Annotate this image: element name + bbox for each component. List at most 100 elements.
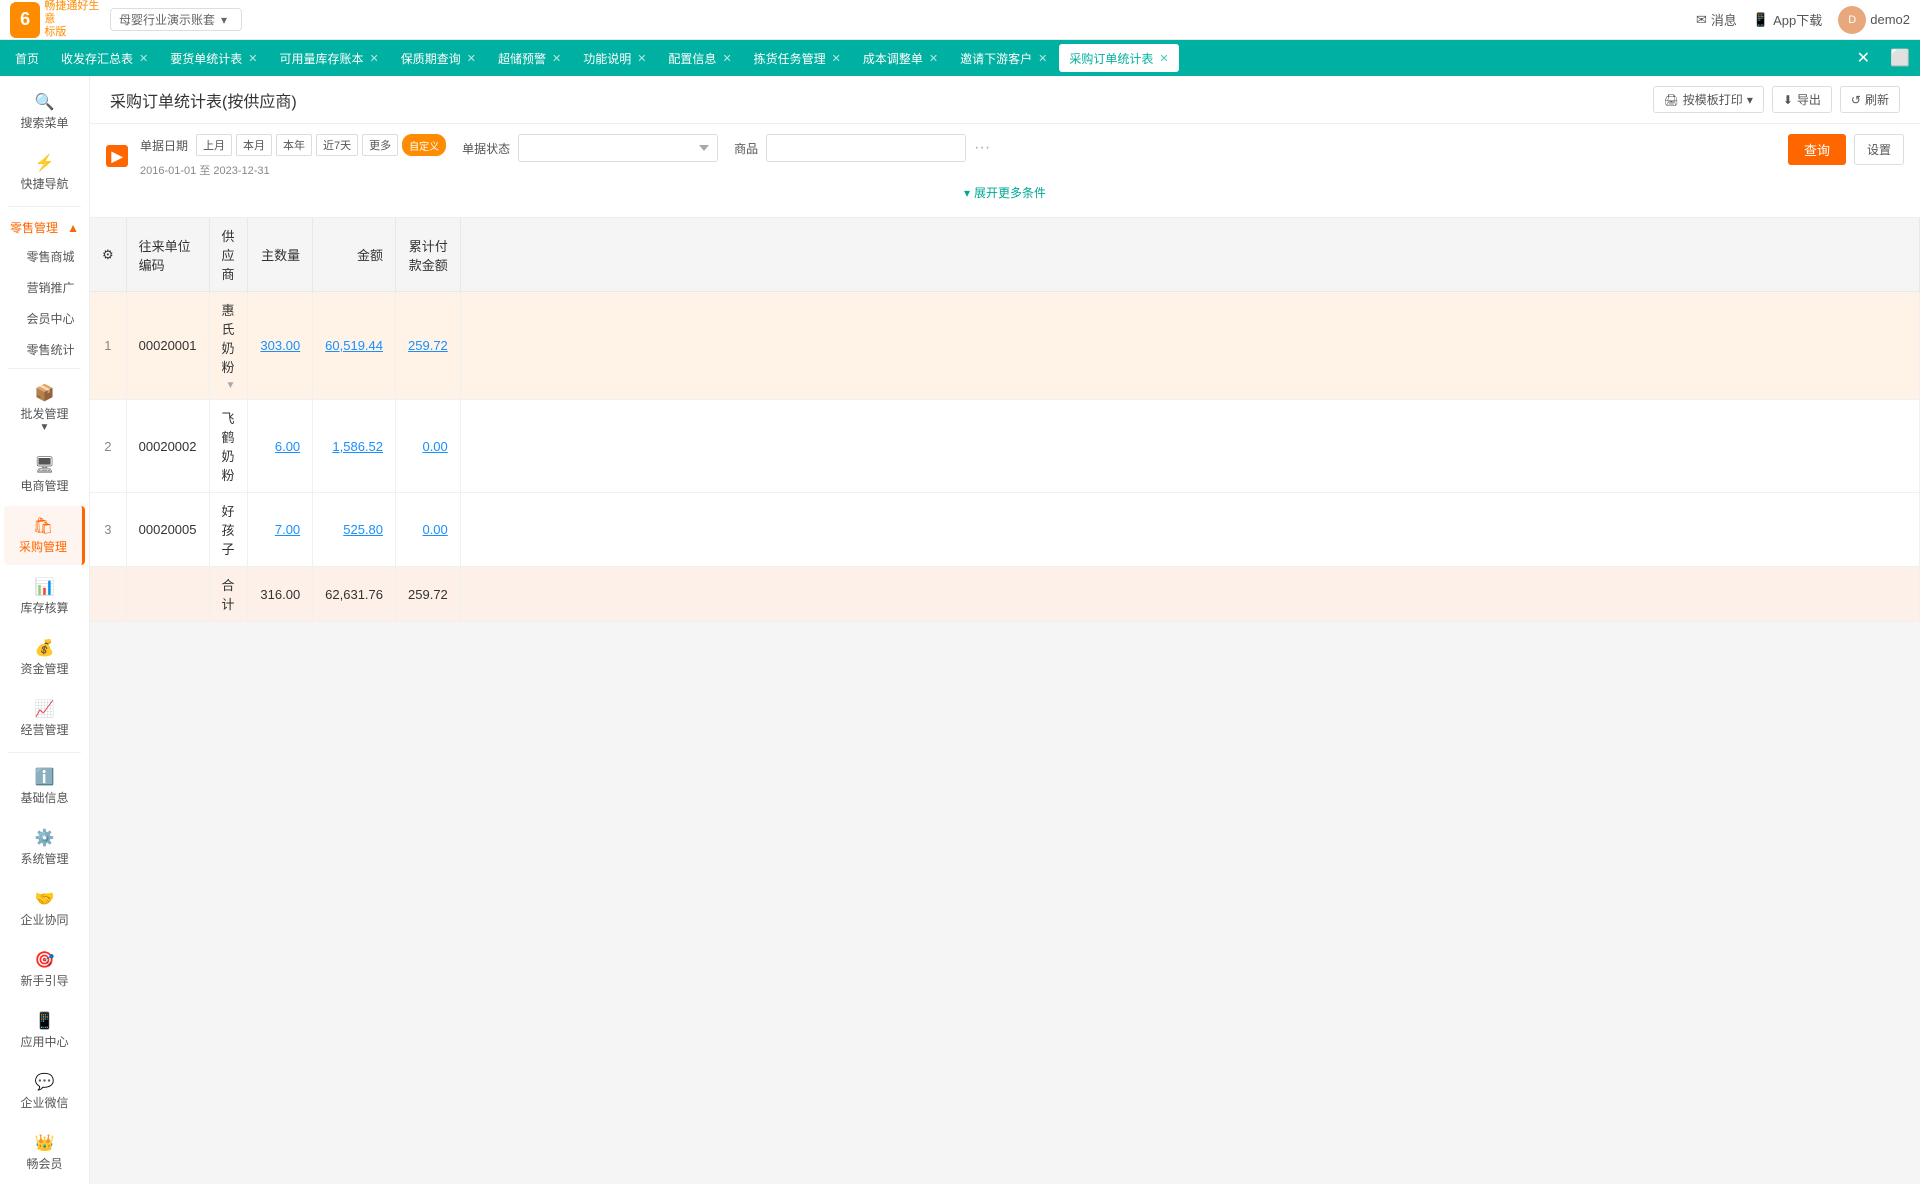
query-button[interactable]: 查询 (1788, 134, 1846, 165)
sidebar-item-newguide[interactable]: 🎯 新手引导 (4, 940, 85, 999)
sidebar-item-member[interactable]: 会员中心 (4, 304, 85, 333)
sidebar-item-finance[interactable]: 💰 资金管理 (4, 628, 85, 687)
row-supplier: 好孩子 (209, 493, 248, 567)
page-actions: 🖨 按模板打印 ▾ ⬇ 导出 ↺ 刷新 (1653, 86, 1900, 113)
filter-row: ▶ 单据日期 上月 本月 本年 近7天 更多 自定义 (106, 134, 1904, 178)
tab-close-icon[interactable]: ✕ (1038, 52, 1047, 65)
tab-chaochuyujing[interactable]: 超储预警 ✕ (488, 44, 571, 72)
date-btn-thisyear[interactable]: 本年 (276, 134, 312, 156)
table-area: ⚙ 往来单位编码 供应商 主数量 金额 (90, 218, 1920, 622)
tab-shoufacun[interactable]: 收发存汇总表 ✕ (51, 44, 158, 72)
tab-close-icon[interactable]: ✕ (467, 52, 476, 65)
tab-peizhi[interactable]: 配置信息 ✕ (658, 44, 741, 72)
date-filter-col: 单据日期 上月 本月 本年 近7天 更多 自定义 2016-01-01 至 20… (140, 134, 446, 178)
tab-keyongliang[interactable]: 可用量库存账本 ✕ (269, 44, 388, 72)
footer-extra (460, 567, 1919, 622)
sidebar-item-wholesale[interactable]: 📦 批发管理 ▼ (4, 373, 85, 443)
tab-baozhi[interactable]: 保质期查询 ✕ (391, 44, 486, 72)
nav-tabs: 首页 收发存汇总表 ✕ 要货单统计表 ✕ 可用量库存账本 ✕ 保质期查询 ✕ 超… (0, 40, 1920, 76)
chevron-down-icon: ▾ (1747, 93, 1753, 107)
sidebar-item-purchase[interactable]: 🛍 采购管理 (4, 506, 85, 565)
row-paid: 259.72 (396, 292, 461, 400)
tab-gongneng[interactable]: 功能说明 ✕ (573, 44, 656, 72)
row-extra (460, 493, 1919, 567)
sidebar-item-basic[interactable]: ℹ️ 基础信息 (4, 757, 85, 816)
finance-icon: 💰 (35, 638, 55, 658)
sidebar-item-search[interactable]: 🔍 搜索菜单 (4, 82, 85, 141)
sidebar-item-operations[interactable]: 📈 经营管理 (4, 689, 85, 748)
date-btn-more[interactable]: 更多 (362, 134, 398, 156)
sidebar-item-appcenter[interactable]: 📱 应用中心 (4, 1001, 85, 1060)
sidebar-item-ecommerce[interactable]: 🖥 电商管理 (4, 445, 85, 504)
refresh-button[interactable]: ↺ 刷新 (1840, 86, 1900, 113)
tab-jianhuo[interactable]: 拣货任务管理 ✕ (744, 44, 851, 72)
page-header: 采购订单统计表(按供应商) 🖨 按模板打印 ▾ ⬇ 导出 ↺ 刷新 (90, 76, 1920, 124)
sidebar-item-system[interactable]: ⚙️ 系统管理 (4, 818, 85, 877)
sidebar-section-retail[interactable]: 零售管理 ▲ (0, 211, 89, 240)
tab-close-icon[interactable]: ✕ (832, 52, 841, 65)
logo-icon: 6 (10, 2, 40, 38)
tab-close-icon[interactable]: ✕ (637, 52, 646, 65)
date-range-display: 2016-01-01 至 2023-12-31 (140, 162, 446, 178)
footer-paid: 259.72 (396, 567, 461, 622)
goods-input[interactable] (766, 134, 966, 162)
inventory-icon: 📊 (35, 577, 55, 597)
table-row[interactable]: 2 00020002 飞鹤奶粉 6.00 1,586.52 (90, 400, 1920, 493)
more-icon[interactable]: ··· (974, 139, 990, 157)
tab-close-icon[interactable]: ✕ (370, 52, 379, 65)
date-btn-custom[interactable]: 自定义 (402, 134, 446, 156)
col-settings[interactable]: ⚙ (90, 218, 126, 292)
collab-icon: 🤝 (35, 889, 55, 909)
date-btn-lastmonth[interactable]: 上月 (196, 134, 232, 156)
footer-settings (90, 567, 126, 622)
sidebar-item-inventory[interactable]: 📊 库存核算 (4, 567, 85, 626)
row-expand-icon[interactable]: ▼ (226, 380, 236, 391)
status-select[interactable] (518, 134, 718, 162)
table-row[interactable]: 3 00020005 好孩子 7.00 525.80 (90, 493, 1920, 567)
close-all-tabs-icon[interactable]: ✕ (1851, 46, 1876, 70)
tab-chengben[interactable]: 成本调整单 ✕ (853, 44, 948, 72)
sidebar-item-changyuanyuan[interactable]: 👑 畅会员 (4, 1123, 85, 1182)
message-button[interactable]: ✉ 消息 (1696, 10, 1737, 29)
status-filter-col: 单据状态 (462, 134, 718, 162)
user-avatar[interactable]: D demo2 (1838, 6, 1910, 34)
sidebar-item-collab[interactable]: 🤝 企业协同 (4, 879, 85, 938)
date-btn-thismonth[interactable]: 本月 (236, 134, 272, 156)
main-layout: 🔍 搜索菜单 ⚡ 快捷导航 零售管理 ▲ 零售商城 营销推广 会员中心 零售统计… (0, 76, 1920, 1184)
footer-amount: 62,631.76 (313, 567, 396, 622)
tab-close-icon[interactable]: ✕ (929, 52, 938, 65)
weixin-icon: 💬 (35, 1072, 55, 1092)
sidebar-item-retailstat[interactable]: 零售统计 (4, 335, 85, 364)
col-amount: 金额 (313, 218, 396, 292)
table-row[interactable]: 1 00020001 惠氏奶粉 ▼ 303.00 6 (90, 292, 1920, 400)
sidebar-divider3 (8, 752, 81, 753)
filter-toggle-button[interactable]: ▶ (106, 145, 128, 167)
export-button[interactable]: ⬇ 导出 (1772, 86, 1832, 113)
workspace-selector[interactable]: 母婴行业演示账套 ▾ (110, 8, 242, 31)
sidebar-item-weixin[interactable]: 💬 企业微信 (4, 1062, 85, 1121)
sidebar-item-retailmall[interactable]: 零售商城 (4, 242, 85, 271)
fullscreen-icon[interactable]: ⬜ (1884, 46, 1916, 70)
tab-yaohuo[interactable]: 要货单统计表 ✕ (160, 44, 267, 72)
row-amount: 1,586.52 (313, 400, 396, 493)
sidebar-divider (8, 206, 81, 207)
date-btn-7days[interactable]: 近7天 (316, 134, 358, 156)
row-extra (460, 400, 1919, 493)
tab-caigou-active[interactable]: 采购订单统计表 ✕ (1059, 44, 1178, 72)
tab-yaoqing[interactable]: 邀请下游客户 ✕ (950, 44, 1057, 72)
tab-close-icon[interactable]: ✕ (722, 52, 731, 65)
expand-more-button[interactable]: ▾ 展开更多条件 (106, 178, 1904, 207)
print-button[interactable]: 🖨 按模板打印 ▾ (1653, 86, 1764, 113)
main-content: 采购订单统计表(按供应商) 🖨 按模板打印 ▾ ⬇ 导出 ↺ 刷新 (90, 76, 1920, 1184)
export-icon: ⬇ (1783, 93, 1793, 107)
tab-close-icon[interactable]: ✕ (139, 52, 148, 65)
sidebar-item-marketing[interactable]: 营销推广 (4, 273, 85, 302)
sidebar-item-quicknav[interactable]: ⚡ 快捷导航 (4, 143, 85, 202)
settings-button[interactable]: 设置 (1854, 134, 1904, 165)
tab-home[interactable]: 首页 (5, 44, 49, 72)
app-download-button[interactable]: 📱 App下载 (1753, 10, 1822, 29)
row-extra (460, 292, 1919, 400)
tab-close-icon[interactable]: ✕ (248, 52, 257, 65)
tab-close-icon[interactable]: ✕ (552, 52, 561, 65)
tab-close-icon[interactable]: ✕ (1159, 52, 1168, 65)
